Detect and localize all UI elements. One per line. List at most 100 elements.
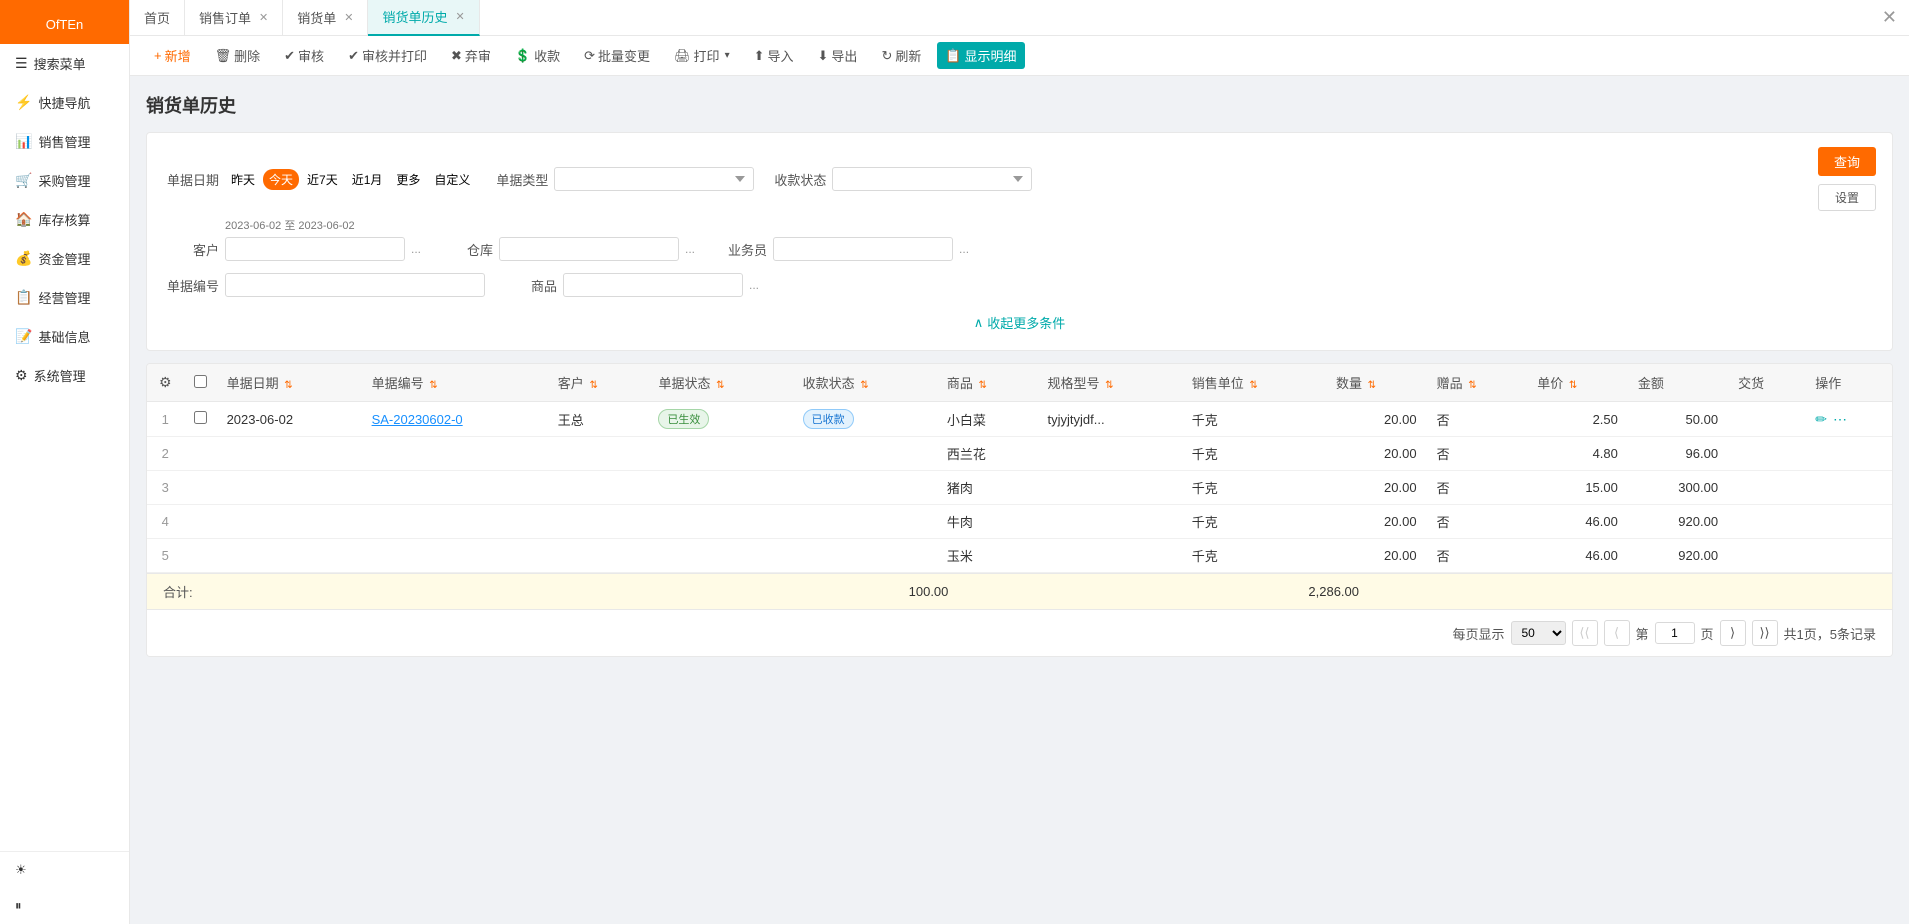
doc-no-link[interactable]: SA-20230602-0	[372, 412, 463, 427]
next-page-btn[interactable]: ⟩	[1720, 620, 1746, 646]
page-number-input[interactable]	[1655, 622, 1695, 644]
date-tag-custom[interactable]: 自定义	[428, 169, 476, 190]
gift-sort-icon[interactable]: ⇅	[1468, 380, 1476, 391]
tab-sales-order[interactable]: 销售订单 ✕	[185, 0, 283, 36]
sidebar-item-label: 销售管理	[38, 132, 90, 151]
abandon-button[interactable]: ✖ 弃审	[443, 42, 499, 69]
bottom-icon2: ⏸	[15, 898, 22, 914]
customer-sort-icon[interactable]: ⇅	[589, 380, 597, 391]
table-settings-button[interactable]: ⚙	[157, 372, 174, 393]
tab-sales-history-close[interactable]: ✕	[456, 10, 465, 23]
sidebar-bottom-btn1[interactable]: ☀	[0, 852, 129, 888]
qty-sort-icon[interactable]: ⇅	[1368, 380, 1376, 391]
add-button[interactable]: + 新增	[146, 42, 199, 69]
staff-input[interactable]	[773, 237, 953, 261]
tab-sales-history[interactable]: 销货单历史 ✕	[368, 0, 479, 36]
delete-button[interactable]: 🗑 删除	[207, 42, 269, 69]
doc-status-cell	[648, 505, 792, 539]
col-gift: 赠品 ⇅	[1427, 364, 1528, 402]
col-transaction: 交货	[1728, 364, 1805, 402]
prev-page-btn[interactable]: ⟨	[1604, 620, 1630, 646]
doc-status-cell	[648, 539, 792, 573]
first-page-btn[interactable]: ⟨⟨	[1572, 620, 1598, 646]
close-all-tabs-btn[interactable]: ✕	[1870, 7, 1909, 28]
spec-sort-icon[interactable]: ⇅	[1105, 380, 1113, 391]
doc-no-input[interactable]	[225, 273, 485, 297]
query-button[interactable]: 查询	[1818, 147, 1876, 176]
product-sort-icon[interactable]: ⇅	[979, 380, 987, 391]
tab-sales-goods-close[interactable]: ✕	[344, 11, 353, 24]
sidebar-item-label: 资金管理	[38, 249, 90, 268]
batch-change-button[interactable]: ⟳ 批量变更	[576, 42, 658, 69]
import-button[interactable]: ⬆ 导入	[746, 42, 802, 69]
doc-status-cell: 已生效	[648, 402, 792, 437]
payment-status-select[interactable]	[832, 167, 1032, 191]
col-payment-status: 收款状态 ⇅	[793, 364, 937, 402]
unit-cell: 千克	[1182, 471, 1326, 505]
edit-icon[interactable]: ✏	[1815, 411, 1827, 428]
product-label: 商品	[501, 276, 557, 295]
customer-ellipsis[interactable]: ...	[411, 242, 421, 256]
tab-home[interactable]: 首页	[130, 0, 185, 36]
sidebar-item-capital-mgmt[interactable]: 💰 资金管理	[0, 239, 129, 278]
add-icon: +	[154, 48, 162, 63]
doc-status-cell	[648, 471, 792, 505]
date-tag-more[interactable]: 更多	[390, 169, 426, 190]
payment-status-cell	[793, 437, 937, 471]
price-sort-icon[interactable]: ⇅	[1569, 380, 1577, 391]
warehouse-input[interactable]	[499, 237, 679, 261]
table-row: 3 猪肉 千克 20.00 否 15.00 300.00	[147, 471, 1892, 505]
refresh-button[interactable]: ↻ 刷新	[873, 42, 929, 69]
date-tag-7days[interactable]: 近7天	[301, 169, 344, 190]
audit-button[interactable]: ✔ 审核	[276, 42, 332, 69]
col-date: 单据日期 ⇅	[217, 364, 362, 402]
collapse-arrow-icon: ∧	[974, 315, 984, 331]
docno-sort-icon[interactable]: ⇅	[429, 380, 437, 391]
select-all-checkbox[interactable]	[194, 375, 207, 388]
date-sort-icon[interactable]: ⇅	[284, 380, 292, 391]
tab-sales-goods[interactable]: 销货单 ✕	[283, 0, 368, 36]
paymentstatus-sort-icon[interactable]: ⇅	[860, 380, 868, 391]
sidebar-item-sales-mgmt[interactable]: 📊 销售管理	[0, 122, 129, 161]
row-checkbox[interactable]	[194, 411, 207, 424]
col-settings: ⚙	[147, 364, 184, 402]
row-num-cell: 3	[147, 471, 184, 505]
date-tag-1month[interactable]: 近1月	[346, 169, 389, 190]
customer-input[interactable]	[225, 237, 405, 261]
date-tag-yesterday[interactable]: 昨天	[225, 169, 261, 190]
sidebar-item-inventory[interactable]: 🏠 库存核算	[0, 200, 129, 239]
more-icon[interactable]: ⋯	[1833, 411, 1847, 428]
audit-print-button[interactable]: ✔ 审核并打印	[340, 42, 435, 69]
sidebar-item-basic-info[interactable]: 📝 基础信息	[0, 317, 129, 356]
col-qty: 数量 ⇅	[1326, 364, 1427, 402]
tab-sales-order-close[interactable]: ✕	[259, 11, 268, 24]
date-tag-today[interactable]: 今天	[263, 169, 299, 190]
print-button[interactable]: 🖨 打印	[666, 42, 738, 69]
sidebar-item-sys-mgmt[interactable]: ⚙ 系统管理	[0, 356, 129, 395]
sidebar-item-ops-mgmt[interactable]: 📋 经营管理	[0, 278, 129, 317]
doc-type-select[interactable]	[554, 167, 754, 191]
sidebar-item-quick-nav[interactable]: ⚡ 快捷导航	[0, 83, 129, 122]
tab-sales-history-label: 销货单历史	[382, 7, 447, 26]
sidebar-item-search-menu[interactable]: ☰ 搜索菜单	[0, 44, 129, 83]
date-range-text: 2023-06-02 至 2023-06-02	[225, 220, 355, 232]
sidebar-item-purchase-mgmt[interactable]: 🛒 采购管理	[0, 161, 129, 200]
settings-button[interactable]: 设置	[1818, 184, 1876, 211]
staff-ellipsis[interactable]: ...	[959, 242, 969, 256]
last-page-btn[interactable]: ⟩⟩	[1752, 620, 1778, 646]
display-detail-button[interactable]: 📋 显示明细	[937, 42, 1024, 69]
table-header-row: ⚙ 单据日期 ⇅ 单据编号 ⇅	[147, 364, 1892, 402]
col-product: 商品 ⇅	[937, 364, 1038, 402]
sidebar-bottom-btn2[interactable]: ⏸	[0, 888, 129, 924]
price-cell: 2.50	[1527, 402, 1628, 437]
warehouse-ellipsis[interactable]: ...	[685, 242, 695, 256]
collect-button[interactable]: 💲 收款	[507, 42, 568, 69]
spec-cell	[1038, 471, 1182, 505]
product-ellipsis[interactable]: ...	[749, 278, 759, 292]
unit-sort-icon[interactable]: ⇅	[1249, 380, 1257, 391]
collapse-filter-btn[interactable]: ∧ 收起更多条件	[163, 309, 1876, 336]
export-button[interactable]: ⬇ 导出	[810, 42, 866, 69]
per-page-select[interactable]: 10 20 50 100	[1511, 621, 1566, 645]
product-input[interactable]	[563, 273, 743, 297]
docstatus-sort-icon[interactable]: ⇅	[716, 380, 724, 391]
